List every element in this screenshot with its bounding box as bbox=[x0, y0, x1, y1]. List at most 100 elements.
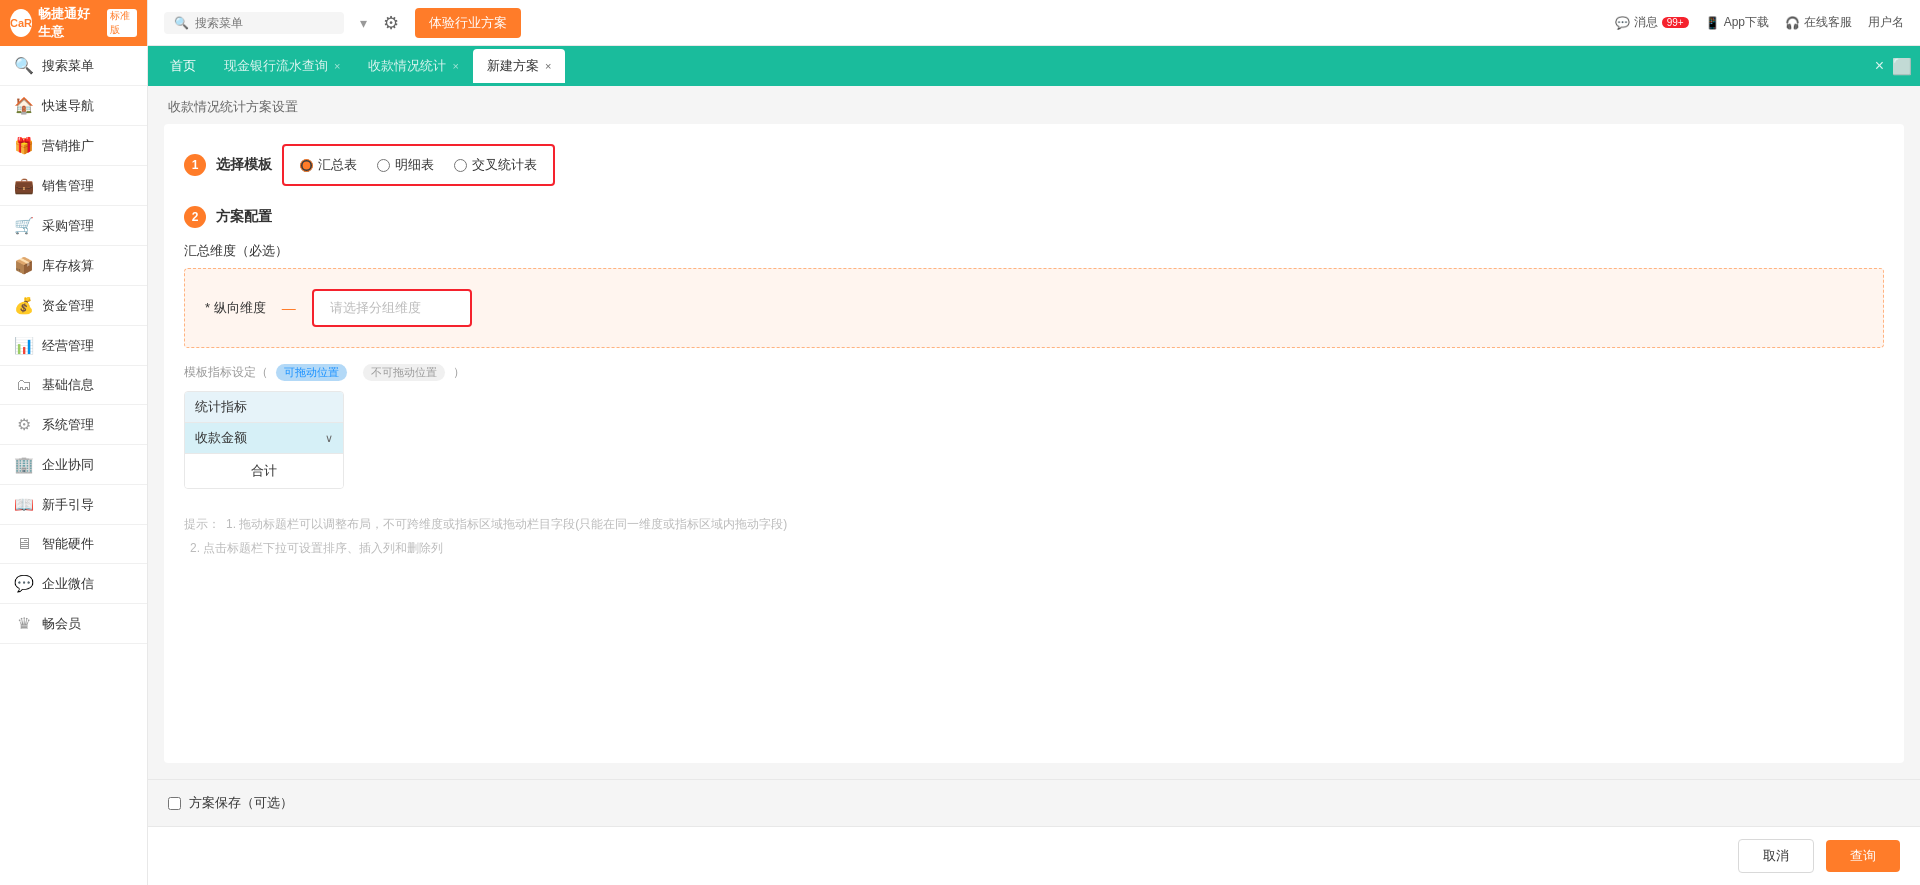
close-window-button[interactable]: × bbox=[1875, 57, 1884, 75]
dimension-placeholder: 请选择分组维度 bbox=[330, 300, 421, 315]
radio-detail[interactable]: 明细表 bbox=[377, 156, 434, 174]
save-label: 方案保存（可选） bbox=[189, 794, 293, 812]
sidebar-item-wechat[interactable]: 💬 企业微信 bbox=[0, 564, 147, 604]
tip1-text: 1. 拖动标题栏可以调整布局，不可跨维度或指标区域拖动栏目字段(只能在同一维度或… bbox=[226, 512, 787, 536]
download-label: App下载 bbox=[1724, 14, 1769, 31]
step2-number: 2 bbox=[184, 206, 206, 228]
tip-line-2: 2. 点击标题栏下拉可设置排序、插入列和删除列 bbox=[184, 536, 1884, 560]
radio-detail-label: 明细表 bbox=[395, 156, 434, 174]
sidebar-item-marketing[interactable]: 🎁 营销推广 bbox=[0, 126, 147, 166]
radio-summary[interactable]: 汇总表 bbox=[300, 156, 357, 174]
indicator-config-close: ） bbox=[453, 364, 465, 381]
maximize-window-button[interactable]: ⬜ bbox=[1892, 57, 1912, 76]
topbar-actions: 💬 消息 99+ 📱 App下载 🎧 在线客服 用户名 bbox=[1615, 14, 1904, 31]
sidebar-item-label: 搜索菜单 bbox=[42, 57, 94, 75]
template-selection: 汇总表 明细表 交叉统计表 bbox=[282, 144, 555, 186]
indicator-col1[interactable]: 收款金额 ∨ bbox=[185, 423, 343, 454]
indicator-col1-dropdown[interactable]: ∨ bbox=[325, 432, 333, 445]
radio-cross-label: 交叉统计表 bbox=[472, 156, 537, 174]
tab-receipts[interactable]: 收款情况统计 × bbox=[354, 49, 472, 83]
step2-section: 2 方案配置 汇总维度（必选） * 纵向维度 — 请选择分组维度 bbox=[184, 206, 1884, 560]
sidebar-item-hardware[interactable]: 🖥 智能硬件 bbox=[0, 525, 147, 564]
summary-dimension-label: 汇总维度（必选） bbox=[184, 242, 1884, 260]
sidebar-item-collab[interactable]: 🏢 企业协同 bbox=[0, 445, 147, 485]
home-icon: 🏠 bbox=[14, 96, 34, 115]
step1-title: 选择模板 bbox=[216, 156, 272, 174]
query-button[interactable]: 查询 bbox=[1826, 840, 1900, 872]
dimension-area: * 纵向维度 — 请选择分组维度 bbox=[184, 268, 1884, 348]
sidebar-item-label: 采购管理 bbox=[42, 217, 94, 235]
step1-header: 1 选择模板 汇总表 明细表 bbox=[184, 144, 1884, 186]
sidebar-item-label: 营销推广 bbox=[42, 137, 94, 155]
save-checkbox[interactable] bbox=[168, 797, 181, 810]
tab-home-label: 首页 bbox=[170, 57, 196, 75]
radio-cross-input[interactable] bbox=[454, 159, 467, 172]
user-name[interactable]: 用户名 bbox=[1868, 14, 1904, 31]
tab-home[interactable]: 首页 bbox=[156, 49, 210, 83]
indicator-config-row: 模板指标设定（ 可拖动位置 不可拖动位置 ） bbox=[184, 364, 1884, 381]
step2-header: 2 方案配置 bbox=[184, 206, 1884, 228]
sidebar-item-label: 经营管理 bbox=[42, 337, 94, 355]
step1-number: 1 bbox=[184, 154, 206, 176]
sidebar-item-label: 企业微信 bbox=[42, 575, 94, 593]
content-area: 1 选择模板 汇总表 明细表 bbox=[164, 124, 1904, 763]
vertical-dimension-row: * 纵向维度 — 请选择分组维度 bbox=[205, 289, 1863, 327]
sidebar-item-basic[interactable]: 🗂 基础信息 bbox=[0, 366, 147, 405]
radio-cross[interactable]: 交叉统计表 bbox=[454, 156, 537, 174]
template-radio-group: 汇总表 明细表 交叉统计表 bbox=[300, 156, 537, 174]
sidebar-item-label: 新手引导 bbox=[42, 496, 94, 514]
indicator-section: 模板指标设定（ 可拖动位置 不可拖动位置 ） 统计指标 收款金额 ∨ bbox=[184, 364, 1884, 492]
message-button[interactable]: 💬 消息 99+ bbox=[1615, 14, 1689, 31]
sidebar-item-label: 基础信息 bbox=[42, 376, 94, 394]
search-icon: 🔍 bbox=[14, 56, 34, 75]
tab-new-plan-label: 新建方案 bbox=[487, 57, 539, 75]
support-button[interactable]: 🎧 在线客服 bbox=[1785, 14, 1852, 31]
topbar-search-box[interactable]: 🔍 bbox=[164, 12, 344, 34]
sidebar-item-member[interactable]: ♛ 畅会员 bbox=[0, 604, 147, 644]
tip-line-1: 提示： 1. 拖动标题栏可以调整布局，不可跨维度或指标区域拖动栏目字段(只能在同… bbox=[184, 512, 1884, 536]
download-icon: 📱 bbox=[1705, 16, 1720, 30]
folder-icon: 🗂 bbox=[14, 376, 34, 394]
tab-bank[interactable]: 现金银行流水查询 × bbox=[210, 49, 354, 83]
edition-badge: 标准版 bbox=[107, 9, 137, 37]
sidebar-item-label: 系统管理 bbox=[42, 416, 94, 434]
sidebar-item-nav[interactable]: 🏠 快速导航 bbox=[0, 86, 147, 126]
sidebar-item-sales[interactable]: 💼 销售管理 bbox=[0, 166, 147, 206]
step1-section: 1 选择模板 汇总表 明细表 bbox=[184, 144, 1884, 186]
sidebar-item-purchase[interactable]: 🛒 采购管理 bbox=[0, 206, 147, 246]
sidebar-item-finance[interactable]: 💰 资金管理 bbox=[0, 286, 147, 326]
indicator-col1-label: 收款金额 bbox=[195, 429, 247, 447]
sidebar-item-system[interactable]: ⚙ 系统管理 bbox=[0, 405, 147, 445]
download-button[interactable]: 📱 App下载 bbox=[1705, 14, 1769, 31]
tab-new-plan-close[interactable]: × bbox=[545, 60, 551, 72]
tab-receipts-close[interactable]: × bbox=[452, 60, 458, 72]
chat-icon: 💬 bbox=[14, 574, 34, 593]
breadcrumb: 收款情况统计方案设置 bbox=[148, 86, 1920, 124]
dim-arrow-icon: — bbox=[282, 300, 296, 316]
tab-bank-label: 现金银行流水查询 bbox=[224, 57, 328, 75]
indicator-header-label: 统计指标 bbox=[195, 398, 247, 416]
sidebar-item-inventory[interactable]: 📦 库存核算 bbox=[0, 246, 147, 286]
dimension-select-box[interactable]: 请选择分组维度 bbox=[312, 289, 472, 327]
tab-bank-close[interactable]: × bbox=[334, 60, 340, 72]
sidebar-item-operation[interactable]: 📊 经营管理 bbox=[0, 326, 147, 366]
industry-plan-button[interactable]: 体验行业方案 bbox=[415, 8, 521, 38]
sidebar-item-label: 企业协同 bbox=[42, 456, 94, 474]
search-input[interactable] bbox=[195, 16, 315, 30]
sidebar-item-search[interactable]: 🔍 搜索菜单 bbox=[0, 46, 147, 86]
radio-summary-input[interactable] bbox=[300, 159, 313, 172]
briefcase-icon: 💼 bbox=[14, 176, 34, 195]
radio-summary-label: 汇总表 bbox=[318, 156, 357, 174]
logo-text: 畅捷通好生意 bbox=[38, 5, 99, 41]
radio-detail-input[interactable] bbox=[377, 159, 390, 172]
sidebar-item-label: 资金管理 bbox=[42, 297, 94, 315]
sidebar-logo: CaR 畅捷通好生意 标准版 bbox=[0, 0, 147, 46]
sidebar-item-label: 畅会员 bbox=[42, 615, 81, 633]
sidebar-item-label: 快速导航 bbox=[42, 97, 94, 115]
step2-title: 方案配置 bbox=[216, 208, 272, 226]
dropdown-arrow-icon[interactable]: ▾ bbox=[360, 15, 367, 31]
cancel-button[interactable]: 取消 bbox=[1738, 839, 1814, 873]
sidebar-item-guide[interactable]: 📖 新手引导 bbox=[0, 485, 147, 525]
settings-icon[interactable]: ⚙ bbox=[383, 12, 399, 34]
tab-new-plan[interactable]: 新建方案 × bbox=[473, 49, 565, 83]
